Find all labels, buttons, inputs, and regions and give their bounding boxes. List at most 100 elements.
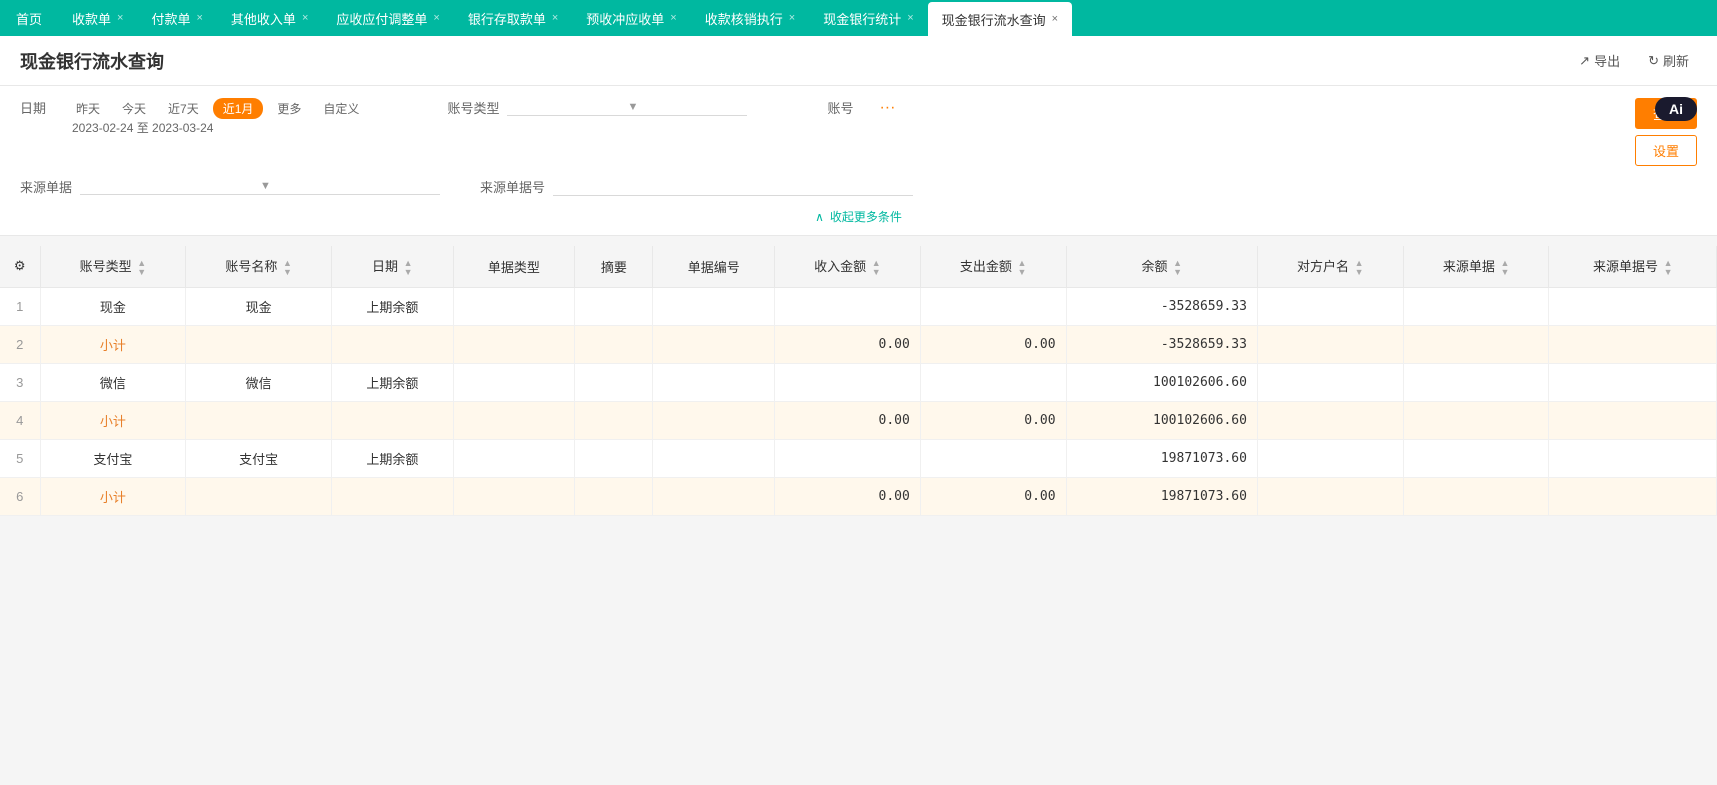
- cell-doc_no: [653, 325, 775, 363]
- table-row: 2小计0.000.00-3528659.33: [0, 325, 1717, 363]
- nav-home[interactable]: 首页: [0, 0, 58, 36]
- cell-expense: 0.00: [920, 477, 1066, 515]
- column-account-name[interactable]: 账号名称 ▲▼: [186, 246, 332, 287]
- nav-close-icon[interactable]: ×: [1052, 13, 1058, 25]
- column-doc-type: 单据类型: [453, 246, 575, 287]
- nav-tab-付款单[interactable]: 付款单 ×: [137, 0, 216, 36]
- nav-tab-银行存取款单[interactable]: 银行存取款单 ×: [454, 0, 572, 36]
- cell-row-num: 1: [0, 287, 40, 325]
- cell-expense: 0.00: [920, 401, 1066, 439]
- account-type-select[interactable]: ▼: [507, 99, 747, 116]
- date-1month[interactable]: 近1月: [213, 98, 264, 119]
- header-actions: ↗ 导出 ↻ 刷新: [1571, 47, 1697, 74]
- account-type-label: 账号类型: [447, 98, 499, 117]
- cell-doc_no: [653, 477, 775, 515]
- column-gear[interactable]: ⚙: [0, 246, 40, 287]
- ai-badge[interactable]: Ai: [1655, 97, 1697, 121]
- cell-income: 0.00: [775, 325, 921, 363]
- cell-counterpart: [1257, 363, 1403, 401]
- column-source-doc[interactable]: 来源单据 ▲▼: [1403, 246, 1549, 287]
- column-date[interactable]: 日期 ▲▼: [332, 246, 454, 287]
- refresh-icon: ↻: [1648, 53, 1659, 69]
- cell-doc_type: [453, 477, 575, 515]
- cell-balance: 100102606.60: [1066, 363, 1257, 401]
- table-row: 5支付宝支付宝上期余额19871073.60: [0, 439, 1717, 477]
- cell-expense: [920, 287, 1066, 325]
- cell-account_name: 支付宝: [186, 439, 332, 477]
- nav-close-icon[interactable]: ×: [433, 12, 439, 24]
- cell-income: 0.00: [775, 401, 921, 439]
- column-account-type[interactable]: 账号类型 ▲▼: [40, 246, 186, 287]
- table-row: 3微信微信上期余额100102606.60: [0, 363, 1717, 401]
- account-ellipsis-button[interactable]: ···: [875, 99, 899, 117]
- cell-row-num: 3: [0, 363, 40, 401]
- collapse-bar[interactable]: ∧ 收起更多条件: [20, 204, 1697, 227]
- cell-row-num: 2: [0, 325, 40, 363]
- data-table: ⚙ 账号类型 ▲▼ 账号名称 ▲▼ 日期 ▲▼ 单据类型 摘要 单据编号 收入金…: [0, 246, 1717, 516]
- refresh-button[interactable]: ↻ 刷新: [1640, 47, 1697, 74]
- data-table-container: ⚙ 账号类型 ▲▼ 账号名称 ▲▼ 日期 ▲▼ 单据类型 摘要 单据编号 收入金…: [0, 246, 1717, 516]
- cell-account_name: [186, 401, 332, 439]
- export-icon: ↗: [1579, 53, 1590, 69]
- column-summary: 摘要: [575, 246, 653, 287]
- source-doc-num-input[interactable]: [553, 176, 913, 196]
- table-row: 6小计0.000.0019871073.60: [0, 477, 1717, 515]
- nav-close-icon[interactable]: ×: [302, 12, 308, 24]
- cell-summary: [575, 401, 653, 439]
- cell-account_name: 微信: [186, 363, 332, 401]
- cell-summary: [575, 325, 653, 363]
- nav-close-icon[interactable]: ×: [117, 12, 123, 24]
- cell-doc_type: [453, 439, 575, 477]
- column-balance[interactable]: 余额 ▲▼: [1066, 246, 1257, 287]
- table-header-row: ⚙ 账号类型 ▲▼ 账号名称 ▲▼ 日期 ▲▼ 单据类型 摘要 单据编号 收入金…: [0, 246, 1717, 287]
- cell-counterpart: [1257, 439, 1403, 477]
- nav-tab-其他收入单[interactable]: 其他收入单 ×: [217, 0, 322, 36]
- nav-close-icon[interactable]: ×: [907, 12, 913, 24]
- nav-close-icon[interactable]: ×: [552, 12, 558, 24]
- column-doc-no: 单据编号: [653, 246, 775, 287]
- cell-summary: [575, 439, 653, 477]
- cell-subtotal-label: 小计: [40, 325, 186, 363]
- nav-tab-现金银行统计[interactable]: 现金银行统计 ×: [809, 0, 927, 36]
- cell-source_doc_no: [1549, 287, 1717, 325]
- source-doc-select[interactable]: ▼: [80, 178, 440, 195]
- cell-doc_type: [453, 401, 575, 439]
- nav-tab-收款单[interactable]: 收款单 ×: [58, 0, 137, 36]
- settings-button[interactable]: 设置: [1635, 135, 1697, 166]
- cell-source_doc_no: [1549, 401, 1717, 439]
- date-options: 昨天 今天 近7天 近1月 更多 自定义: [68, 98, 367, 119]
- column-income[interactable]: 收入金额 ▲▼: [775, 246, 921, 287]
- cell-doc_type: [453, 363, 575, 401]
- nav-tab-现金银行流水查询[interactable]: 现金银行流水查询 ×: [928, 2, 1072, 36]
- export-button[interactable]: ↗ 导出: [1571, 47, 1628, 74]
- column-expense[interactable]: 支出金额 ▲▼: [920, 246, 1066, 287]
- cell-date: 上期余额: [332, 363, 454, 401]
- date-yesterday[interactable]: 昨天: [68, 98, 108, 119]
- table-row: 1现金现金上期余额-3528659.33: [0, 287, 1717, 325]
- cell-date: 上期余额: [332, 439, 454, 477]
- date-today[interactable]: 今天: [114, 98, 154, 119]
- column-counterpart[interactable]: 对方户名 ▲▼: [1257, 246, 1403, 287]
- nav-tab-应收应付调整单[interactable]: 应收应付调整单 ×: [322, 0, 453, 36]
- nav-close-icon[interactable]: ×: [670, 12, 676, 24]
- nav-close-icon[interactable]: ×: [789, 12, 795, 24]
- nav-close-icon[interactable]: ×: [196, 12, 202, 24]
- date-7days[interactable]: 近7天: [160, 98, 207, 119]
- cell-source_doc_no: [1549, 477, 1717, 515]
- cell-account_name: [186, 477, 332, 515]
- cell-doc_no: [653, 401, 775, 439]
- cell-doc_no: [653, 287, 775, 325]
- page-header: 现金银行流水查询 ↗ 导出 ↻ 刷新: [0, 36, 1717, 86]
- column-source-doc-no[interactable]: 来源单据号 ▲▼: [1549, 246, 1717, 287]
- nav-tab-收款核销执行[interactable]: 收款核销执行 ×: [691, 0, 809, 36]
- cell-balance: 100102606.60: [1066, 401, 1257, 439]
- cell-doc_no: [653, 363, 775, 401]
- cell-income: [775, 287, 921, 325]
- cell-income: [775, 363, 921, 401]
- date-more[interactable]: 更多: [269, 98, 309, 119]
- cell-source_doc: [1403, 287, 1549, 325]
- nav-tab-预收冲应收单[interactable]: 预收冲应收单 ×: [572, 0, 690, 36]
- date-custom[interactable]: 自定义: [315, 98, 367, 119]
- account-label: 账号: [827, 98, 867, 117]
- source-doc-label: 来源单据: [20, 177, 72, 196]
